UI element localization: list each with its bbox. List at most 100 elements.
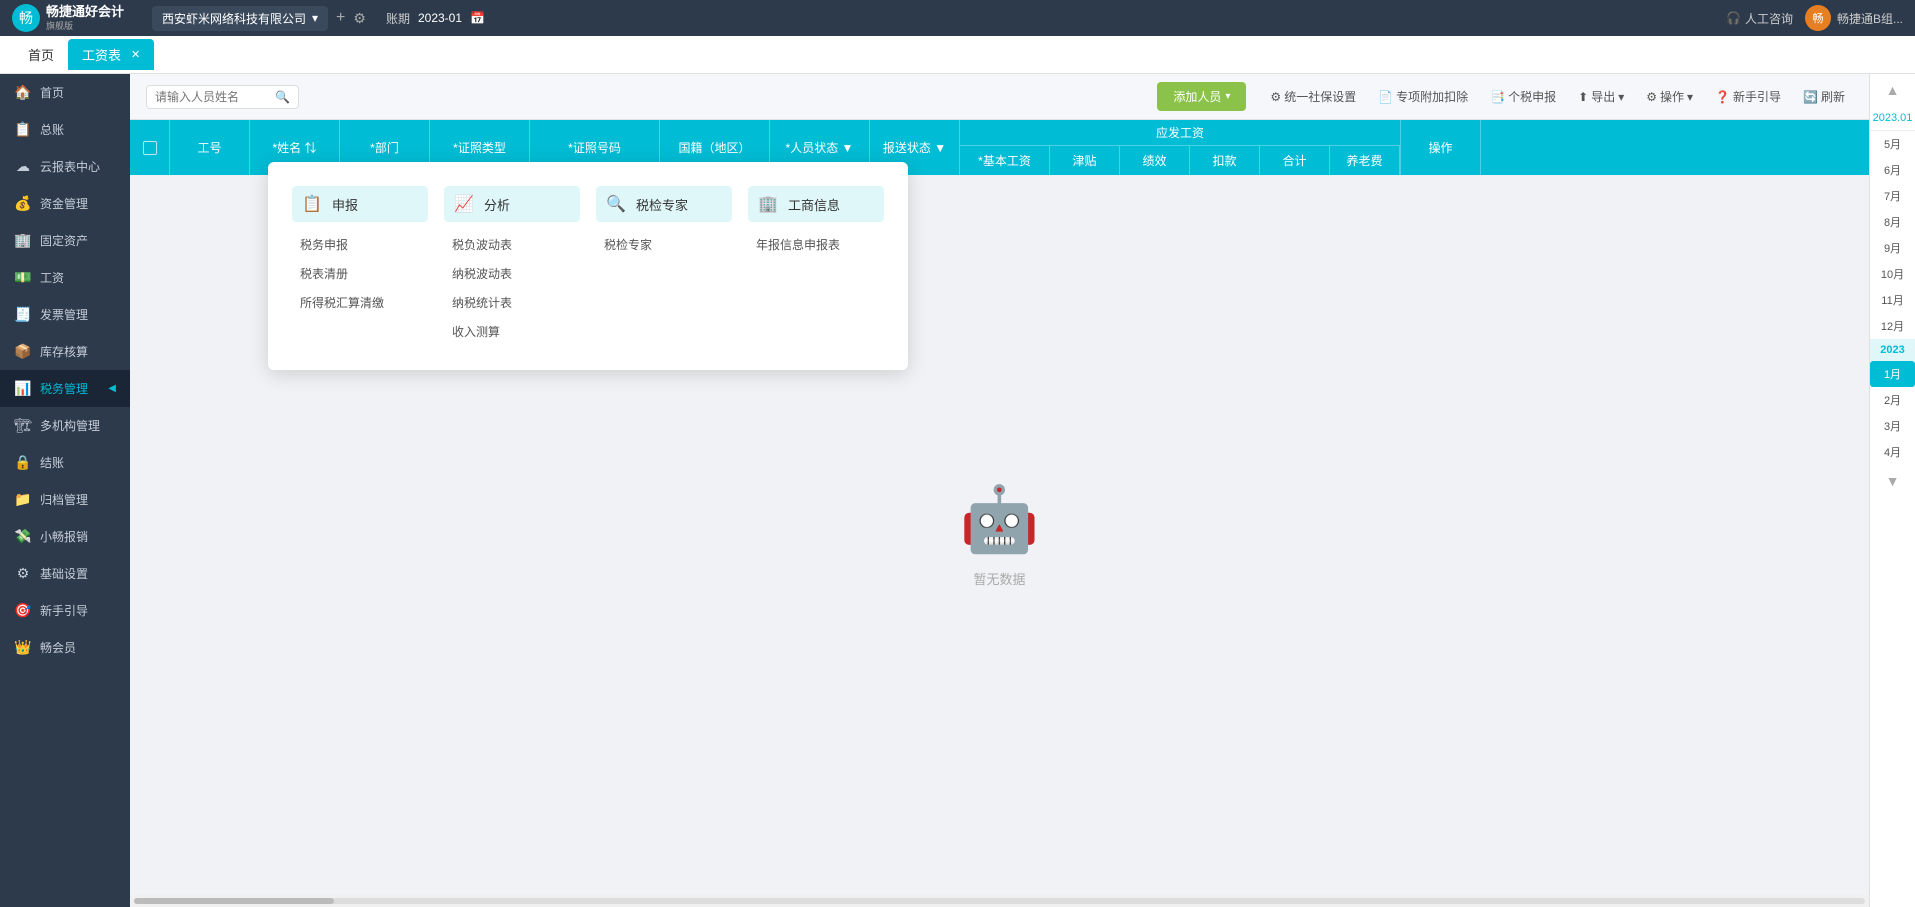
calendar-icon[interactable]: 📅: [470, 11, 485, 25]
scrollbar-thumb[interactable]: [134, 898, 334, 904]
cloud-icon: ☁: [14, 158, 32, 175]
add-company-btn[interactable]: +: [336, 9, 345, 27]
sidebar-item-tax[interactable]: 📊 税务管理 ◀: [0, 370, 130, 407]
menu-item-income-estimate[interactable]: 收入测算: [444, 317, 580, 346]
select-all-checkbox[interactable]: [143, 141, 157, 155]
cal-down-arrow[interactable]: ▼: [1881, 469, 1905, 493]
refresh-btn[interactable]: 🔄 刷新: [1795, 84, 1853, 109]
th-pension: 养老费: [1330, 146, 1400, 175]
cal-month-12[interactable]: 12月: [1870, 313, 1915, 339]
tax-report-label: 个税申报: [1508, 88, 1556, 105]
menu-section-expert-header[interactable]: 🔍 税检专家: [596, 186, 732, 222]
sidebar-item-expense[interactable]: 💸 小畅报销: [0, 518, 130, 555]
user-area[interactable]: 畅 畅捷通B组...: [1805, 5, 1903, 31]
tab-salary-label: 工资表: [82, 45, 121, 64]
sidebar-item-home[interactable]: 🏠 首页: [0, 74, 130, 111]
cal-year-2023-label: 2023: [1870, 339, 1915, 361]
sidebar-item-member[interactable]: 👑 畅会员: [0, 629, 130, 666]
sidebar-item-invoice[interactable]: 🧾 发票管理: [0, 296, 130, 333]
scrollbar-area[interactable]: [130, 895, 1869, 907]
sidebar-item-close[interactable]: 🔒 结账: [0, 444, 130, 481]
sidebar-item-multi[interactable]: 🏗 多机构管理: [0, 407, 130, 444]
tab-close-icon[interactable]: ✕: [131, 48, 140, 61]
username: 畅捷通B组...: [1837, 10, 1903, 27]
sidebar: 🏠 首页 📋 总账 ☁ 云报表中心 💰 资金管理 🏢 固定资产 💵 工资 🧾 发…: [0, 74, 130, 907]
tab-home[interactable]: 首页: [14, 39, 68, 70]
menu-item-annual-report[interactable]: 年报信息申报表: [748, 230, 884, 259]
settings-icon[interactable]: ⚙: [353, 10, 366, 27]
cal-month-3[interactable]: 3月: [1870, 413, 1915, 439]
special-deduction-btn[interactable]: 📄 专项附加扣除: [1370, 84, 1476, 109]
menu-section-declaration: 📋 申报 税务申报 税表清册 所得税汇算清缴: [284, 178, 436, 354]
menu-item-income-tax[interactable]: 所得税汇算清缴: [292, 288, 428, 317]
sidebar-item-guide[interactable]: 🎯 新手引导: [0, 592, 130, 629]
cal-month-10[interactable]: 10月: [1870, 261, 1915, 287]
period-label: 账期: [386, 10, 410, 27]
th-allowance: 津贴: [1050, 146, 1120, 175]
menu-section-declaration-header[interactable]: 📋 申报: [292, 186, 428, 222]
cal-up-arrow[interactable]: ▲: [1881, 78, 1905, 102]
th-base-salary: *基本工资: [960, 146, 1050, 175]
sidebar-label-invoice: 发票管理: [40, 306, 88, 323]
sidebar-item-archive[interactable]: 📁 归档管理: [0, 481, 130, 518]
tax-report-btn[interactable]: 📑 个税申报: [1482, 84, 1564, 109]
th-employee-id: 工号: [170, 120, 250, 175]
analysis-title: 分析: [484, 195, 510, 214]
sidebar-item-cloud[interactable]: ☁ 云报表中心: [0, 148, 130, 185]
home-icon: 🏠: [14, 84, 32, 101]
social-insurance-btn[interactable]: ⚙ 统一社保设置: [1262, 84, 1364, 109]
menu-item-tax-declaration[interactable]: 税务申报: [292, 230, 428, 259]
expert-title: 税检专家: [636, 195, 688, 214]
menu-item-tax-burden[interactable]: 税负波动表: [444, 230, 580, 259]
cal-nav-down[interactable]: ▼: [1877, 465, 1909, 497]
operation-label: 操作: [1660, 88, 1684, 105]
cal-nav-up[interactable]: ▲: [1877, 74, 1909, 106]
period-area: 账期 2023-01 📅: [386, 10, 485, 27]
menu-section-analysis-header[interactable]: 📈 分析: [444, 186, 580, 222]
company-selector[interactable]: 西安虾米网络科技有限公司 ▾: [152, 6, 328, 31]
service-label: 人工咨询: [1745, 10, 1793, 27]
th-checkbox[interactable]: [130, 120, 170, 175]
sidebar-item-ledger[interactable]: 📋 总账: [0, 111, 130, 148]
cal-month-4[interactable]: 4月: [1870, 439, 1915, 465]
inventory-icon: 📦: [14, 343, 32, 360]
scrollbar-track: [134, 898, 1865, 904]
sidebar-item-assets[interactable]: 🏢 固定资产: [0, 222, 130, 259]
cal-month-6[interactable]: 6月: [1870, 157, 1915, 183]
settings-sidebar-icon: ⚙: [14, 565, 32, 582]
sidebar-item-fund[interactable]: 💰 资金管理: [0, 185, 130, 222]
sidebar-item-inventory[interactable]: 📦 库存核算: [0, 333, 130, 370]
cal-month-1[interactable]: 1月: [1870, 361, 1915, 387]
operation-btn[interactable]: ⚙ 操作 ▾: [1638, 84, 1701, 109]
menu-item-tax-fluctuation[interactable]: 纳税波动表: [444, 259, 580, 288]
menu-section-expert: 🔍 税检专家 税检专家: [588, 178, 740, 354]
cal-month-5[interactable]: 5月: [1870, 131, 1915, 157]
cal-month-9[interactable]: 9月: [1870, 235, 1915, 261]
company-dropdown-icon: ▾: [312, 11, 318, 25]
add-employee-btn[interactable]: 添加人员 ▾: [1157, 82, 1246, 111]
declaration-icon: 📋: [300, 192, 324, 216]
service-btn[interactable]: 🎧 人工咨询: [1726, 10, 1793, 27]
search-box[interactable]: 🔍: [146, 85, 299, 109]
export-dropdown-icon: ▾: [1618, 90, 1624, 104]
menu-section-analysis: 📈 分析 税负波动表 纳税波动表 纳税统计表 收入测算: [436, 178, 588, 354]
guide-btn[interactable]: ❓ 新手引导: [1707, 84, 1789, 109]
menu-item-tax-stats[interactable]: 纳税统计表: [444, 288, 580, 317]
cal-month-2[interactable]: 2月: [1870, 387, 1915, 413]
export-icon: ⬆: [1578, 90, 1588, 104]
menu-item-tax-expert[interactable]: 税检专家: [596, 230, 732, 259]
sidebar-item-settings[interactable]: ⚙ 基础设置: [0, 555, 130, 592]
sidebar-item-salary[interactable]: 💵 工资: [0, 259, 130, 296]
bizinfo-icon: 🏢: [756, 192, 780, 216]
tab-salary[interactable]: 工资表 ✕: [68, 39, 154, 70]
assets-icon: 🏢: [14, 232, 32, 249]
menu-item-tax-table[interactable]: 税表清册: [292, 259, 428, 288]
cal-month-8[interactable]: 8月: [1870, 209, 1915, 235]
th-operation: 操作: [1401, 120, 1481, 175]
cal-month-7[interactable]: 7月: [1870, 183, 1915, 209]
export-btn[interactable]: ⬆ 导出 ▾: [1570, 84, 1632, 109]
search-input[interactable]: [155, 90, 275, 104]
cal-month-11[interactable]: 11月: [1870, 287, 1915, 313]
sidebar-label-salary: 工资: [40, 269, 64, 286]
menu-section-bizinfo-header[interactable]: 🏢 工商信息: [748, 186, 884, 222]
